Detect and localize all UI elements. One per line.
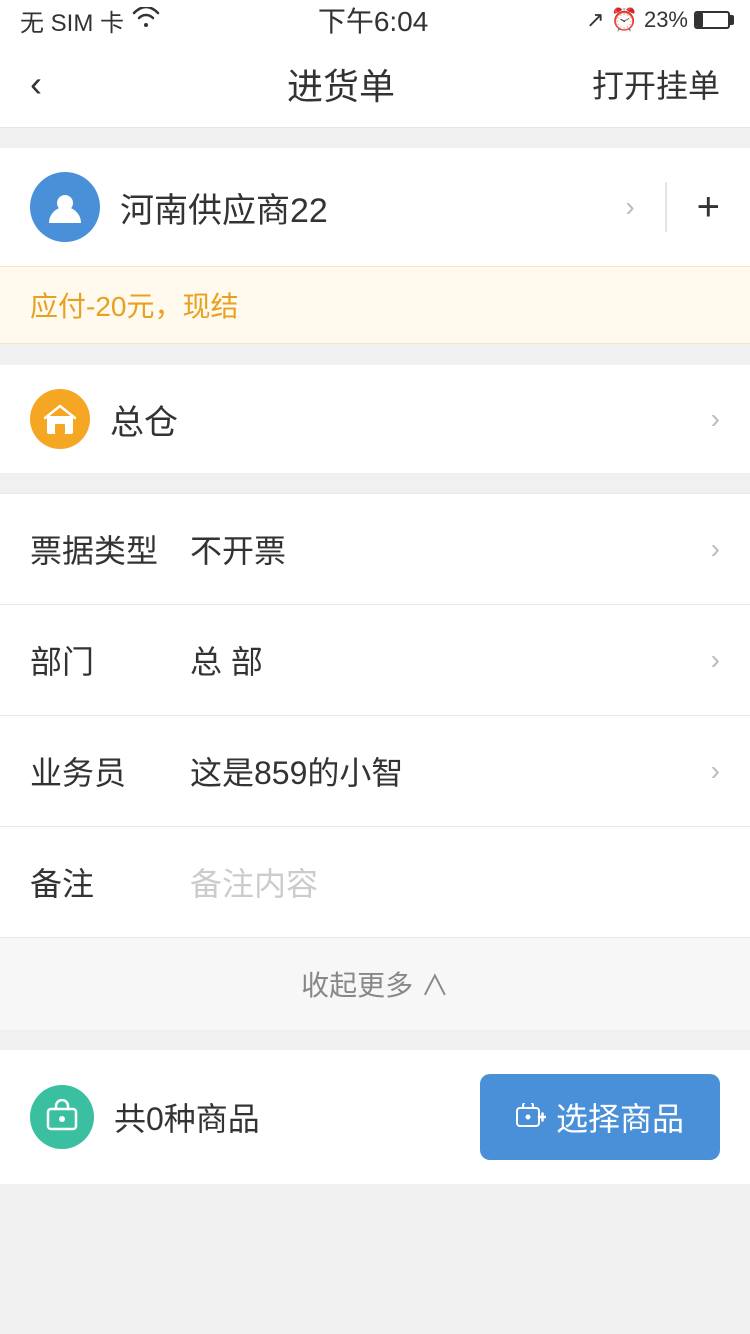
back-button[interactable]: ‹ bbox=[30, 63, 90, 105]
invoice-type-row[interactable]: 票据类型 不开票 › bbox=[0, 493, 750, 604]
warehouse-section: 总仓 › bbox=[0, 364, 750, 473]
product-icon bbox=[30, 1085, 94, 1149]
main-content: 河南供应商22 › + 应付-20元，现结 总仓 › 票据类 bbox=[0, 128, 750, 1334]
notice-bar: 应付-20元，现结 bbox=[0, 266, 750, 344]
warehouse-arrow-icon: › bbox=[711, 403, 720, 435]
alarm-icon: ⏰ bbox=[611, 7, 638, 33]
status-left: 无 SIM 卡 bbox=[20, 3, 160, 38]
supplier-name: 河南供应商22 bbox=[120, 183, 625, 232]
department-row[interactable]: 部门 总 部 › bbox=[0, 604, 750, 715]
section-gap-3 bbox=[0, 473, 750, 493]
form-section: 票据类型 不开票 › 部门 总 部 › 业务员 这是859的小智 › 备注 备注… bbox=[0, 493, 750, 1030]
battery-icon bbox=[694, 11, 730, 29]
salesperson-label: 业务员 bbox=[30, 748, 170, 794]
department-value: 总 部 bbox=[190, 637, 711, 683]
notice-text: 应付-20元，现结 bbox=[30, 291, 238, 322]
salesperson-row[interactable]: 业务员 这是859的小智 › bbox=[0, 715, 750, 826]
section-gap-1 bbox=[0, 128, 750, 148]
collapse-bar[interactable]: 收起更多 ∧ bbox=[0, 937, 750, 1030]
salesperson-value: 这是859的小智 bbox=[190, 748, 711, 794]
section-gap-4 bbox=[0, 1030, 750, 1050]
remark-label: 备注 bbox=[30, 859, 170, 905]
department-arrow-icon: › bbox=[711, 644, 720, 676]
supplier-arrow-icon: › bbox=[625, 191, 634, 223]
select-product-button[interactable]: 选择商品 bbox=[480, 1074, 720, 1160]
collapse-label: 收起更多 ∧ bbox=[301, 970, 449, 1001]
product-section: 共0种商品 选择商品 bbox=[0, 1050, 750, 1184]
carrier-text: 无 SIM 卡 bbox=[20, 3, 124, 38]
section-gap-2 bbox=[0, 344, 750, 364]
select-product-label: 选择商品 bbox=[556, 1094, 684, 1140]
warehouse-row[interactable]: 总仓 › bbox=[0, 364, 750, 473]
supplier-avatar bbox=[30, 172, 100, 242]
department-label: 部门 bbox=[30, 637, 170, 683]
wifi-icon bbox=[132, 7, 160, 33]
supplier-section: 河南供应商22 › + 应付-20元，现结 bbox=[0, 148, 750, 344]
remark-row[interactable]: 备注 备注内容 bbox=[0, 826, 750, 937]
battery-percent: 23% bbox=[644, 7, 688, 33]
location-icon: ↗ bbox=[586, 7, 604, 33]
product-row: 共0种商品 选择商品 bbox=[0, 1050, 750, 1184]
status-bar: 无 SIM 卡 下午6:04 ↗ ⏰ 23% bbox=[0, 0, 750, 40]
invoice-type-label: 票据类型 bbox=[30, 526, 170, 572]
status-time: 下午6:04 bbox=[318, 0, 429, 40]
nav-bar: ‹ 进货单 打开挂单 bbox=[0, 40, 750, 128]
salesperson-arrow-icon: › bbox=[711, 755, 720, 787]
status-right: ↗ ⏰ 23% bbox=[586, 7, 730, 33]
warehouse-name: 总仓 bbox=[110, 395, 711, 444]
supplier-divider bbox=[665, 182, 667, 232]
invoice-type-value: 不开票 bbox=[190, 526, 711, 572]
supplier-row[interactable]: 河南供应商22 › + bbox=[0, 148, 750, 266]
invoice-type-arrow-icon: › bbox=[711, 533, 720, 565]
page-title: 进货单 bbox=[287, 58, 395, 110]
open-pending-button[interactable]: 打开挂单 bbox=[592, 61, 720, 107]
remark-input[interactable]: 备注内容 bbox=[190, 859, 720, 905]
warehouse-icon bbox=[30, 389, 90, 449]
add-supplier-button[interactable]: + bbox=[697, 185, 720, 230]
product-count: 共0种商品 bbox=[114, 1094, 480, 1140]
